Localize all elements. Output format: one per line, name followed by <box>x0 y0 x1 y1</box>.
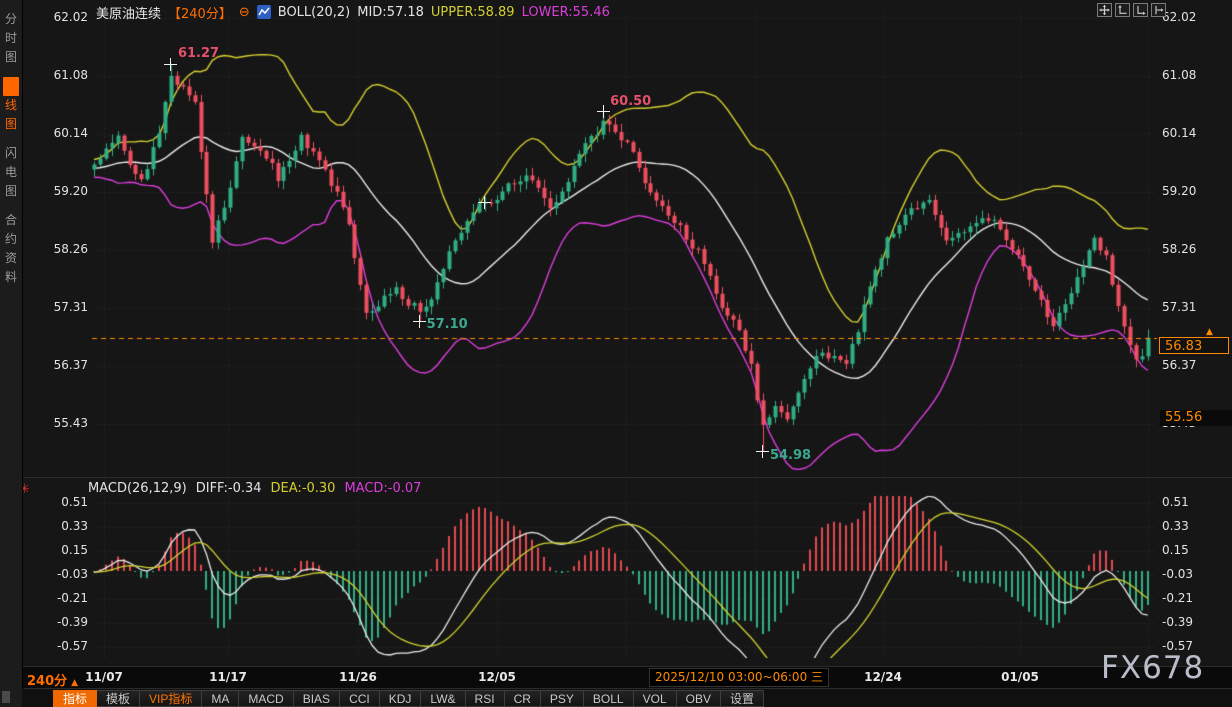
macd-hist-value: MACD:-0.07 <box>344 481 421 496</box>
bottom-toolbar: 指标模板VIP指标MAMACDBIASCCIKDJLW&RSICRPSYBOLL… <box>22 689 1232 707</box>
fx678-watermark: FX678 <box>1101 650 1204 686</box>
price-tick-label: 58.26 <box>1162 242 1196 256</box>
toolbar-button-MA[interactable]: MA <box>202 690 239 707</box>
high-price-annotation: 61.27 <box>178 46 219 61</box>
boll-lower-price-box: 55.56 <box>1160 410 1232 426</box>
low-price-annotation: 54.98 <box>770 448 811 463</box>
crosshair-mark <box>164 58 177 71</box>
pane-divider[interactable] <box>0 477 1232 478</box>
scale-x-axis-icon[interactable] <box>1133 3 1148 17</box>
crosshair-mark <box>597 105 610 118</box>
xaxis-date-label: 01/05 <box>1001 670 1039 684</box>
toolbar-button-RSI[interactable]: RSI <box>466 690 505 707</box>
price-up-arrow-icon: ▲ <box>1206 327 1213 337</box>
chart-app: 分时图 K线图闪电图合约资料 美原油连续 【240分】 ⊖ BOLL(20,2) … <box>0 0 1232 707</box>
boll-params[interactable]: BOLL(20,2) <box>278 5 351 20</box>
toolbar-button-MACD[interactable]: MACD <box>239 690 293 707</box>
symbol-name: 美原油连续 <box>96 3 161 22</box>
toolbar-button-BIAS[interactable]: BIAS <box>294 690 340 707</box>
price-tick-label: 57.31 <box>1162 300 1196 314</box>
sidebar-item-time-chart[interactable]: 分时图 <box>0 10 22 67</box>
high-price-annotation: 60.50 <box>610 94 651 109</box>
boll-upper-value: UPPER:58.89 <box>431 5 515 20</box>
price-tick-label: 62.02 <box>1162 10 1196 24</box>
sidebar-item-kline-chart[interactable]: K线图 <box>0 77 22 134</box>
price-tick-label: 56.37 <box>26 358 88 372</box>
chart-header: 美原油连续 【240分】 ⊖ BOLL(20,2) MID:57.18 UPPE… <box>96 3 610 21</box>
xaxis-date-label: 12/05 <box>478 670 516 684</box>
xaxis-date-label: 12/24 <box>864 670 902 684</box>
price-tick-label: 57.31 <box>26 300 88 314</box>
toolbar-button-LW&[interactable]: LW& <box>421 690 465 707</box>
sidebar-item-contract-info[interactable]: 合约资料 <box>0 211 22 287</box>
macd-tick-label: -0.21 <box>26 591 88 605</box>
macd-tick-label: -0.21 <box>1162 591 1193 605</box>
sidebar-item-flash-chart[interactable]: 闪电图 <box>0 144 22 201</box>
window-controls <box>1097 3 1166 17</box>
macd-tick-label: 0.15 <box>1162 543 1189 557</box>
xaxis-row: 240分▲ 11/07 11/17 11/26 12/05 12/24 01/05 2025… <box>22 667 1232 688</box>
toolbar-button-KDJ[interactable]: KDJ <box>380 690 422 707</box>
last-price-value: 56.83 <box>1165 339 1202 354</box>
toolbar-button-OBV[interactable]: OBV <box>677 690 721 707</box>
macd-tick-label: -0.03 <box>26 567 88 581</box>
xaxis-date-label: 11/26 <box>339 670 377 684</box>
macd-tick-label: -0.57 <box>26 639 88 653</box>
macd-tick-label: -0.39 <box>26 615 88 629</box>
toolbar-button-指标[interactable]: 指标 <box>53 690 97 707</box>
selected-bar-date-label: 2025/12/10 03:00~06:00 三 <box>649 668 829 687</box>
price-tick-label: 61.08 <box>26 68 88 82</box>
low-price-annotation: 57.10 <box>427 317 468 332</box>
crosshair-mark <box>756 445 769 458</box>
price-tick-label: 58.26 <box>26 242 88 256</box>
toolbar-button-CCI[interactable]: CCI <box>340 690 380 707</box>
xaxis-date-label: 11/07 <box>85 670 123 684</box>
last-price-box: 56.83 <box>1159 337 1229 354</box>
price-tick-label: 59.20 <box>26 184 88 198</box>
collapse-icon[interactable]: ⊖ <box>239 5 250 20</box>
price-tick-label: 60.14 <box>26 126 88 140</box>
boll-mid-value: MID:57.18 <box>357 5 424 20</box>
macd-header: MACD(26,12,9) DIFF:-0.34 DEA:-0.30 MACD:… <box>88 481 421 496</box>
macd-tick-label: 0.15 <box>26 543 88 557</box>
crosshair-mark <box>413 315 426 328</box>
macd-tick-label: 0.51 <box>26 495 88 509</box>
crosshair-mark <box>478 196 491 209</box>
price-tick-label: 61.08 <box>1162 68 1196 82</box>
toolbar-button-设置[interactable]: 设置 <box>721 690 764 707</box>
indicator-chart-icon <box>257 5 271 19</box>
period-up-arrow-icon: ▲ <box>71 678 78 688</box>
macd-tick-label: -0.39 <box>1162 615 1193 629</box>
macd-tick-label: 0.51 <box>1162 495 1189 509</box>
price-tick-label: 56.37 <box>1162 358 1196 372</box>
price-tick-label: 59.20 <box>1162 184 1196 198</box>
toolbar-button-VIP指标[interactable]: VIP指标 <box>140 690 202 707</box>
price-tick-label: 62.02 <box>26 10 88 24</box>
macd-params[interactable]: MACD(26,12,9) <box>88 481 187 496</box>
scale-y-axis-icon[interactable] <box>1115 3 1130 17</box>
macd-diff-value: DIFF:-0.34 <box>196 481 262 496</box>
toolbar-button-CR[interactable]: CR <box>505 690 541 707</box>
macd-tick-label: -0.03 <box>1162 567 1193 581</box>
boll-lower-value: LOWER:55.46 <box>522 5 610 20</box>
period-label[interactable]: 【240分】 <box>168 3 232 22</box>
toolbar-button-VOL[interactable]: VOL <box>634 690 677 707</box>
price-tick-label: 60.14 <box>1162 126 1196 140</box>
pan-icon[interactable] <box>1097 3 1112 17</box>
toolbar-button-模板[interactable]: 模板 <box>97 690 140 707</box>
boll-lower-price-value: 55.56 <box>1165 410 1202 425</box>
left-sidebar: 分时图 K线图闪电图合约资料 <box>0 0 23 707</box>
resize-handle[interactable] <box>2 691 10 703</box>
xaxis-period-label[interactable]: 240分▲ <box>27 670 78 689</box>
xaxis-date-label: 11/17 <box>209 670 247 684</box>
macd-tick-label: 0.33 <box>26 519 88 533</box>
toolbar-button-PSY[interactable]: PSY <box>541 690 584 707</box>
price-tick-label: 55.43 <box>26 416 88 430</box>
shift-axis-icon[interactable] <box>1151 3 1166 17</box>
macd-dea-value: DEA:-0.30 <box>271 481 336 496</box>
toolbar-button-BOLL[interactable]: BOLL <box>584 690 634 707</box>
macd-tick-label: 0.33 <box>1162 519 1189 533</box>
